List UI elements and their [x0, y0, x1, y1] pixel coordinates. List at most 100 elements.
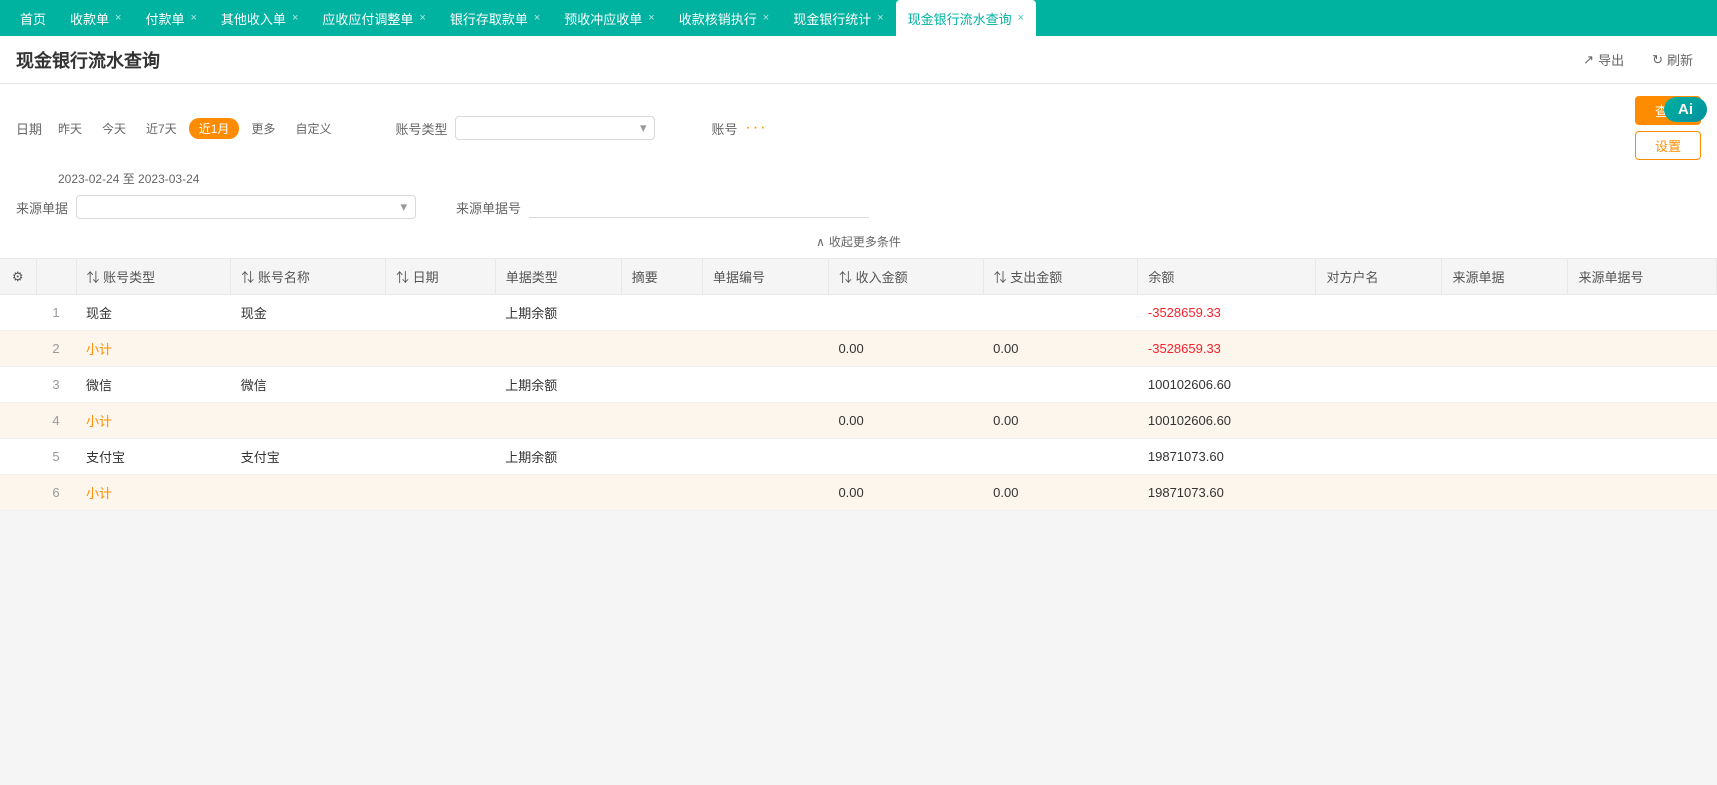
row-summary [621, 403, 702, 439]
chevron-up-icon: ∧ [816, 235, 825, 249]
table-row[interactable]: 3微信微信上期余额100102606.60 [0, 367, 1717, 403]
close-icon[interactable]: × [115, 12, 121, 24]
row-account-type: 小计 [76, 403, 231, 439]
row-income [828, 295, 983, 331]
row-account-type: 微信 [76, 367, 231, 403]
source-doc-no-label: 来源单据号 [456, 198, 521, 217]
chevron-down-icon: ▾ [400, 199, 407, 215]
col-counterpart: 对方户名 [1316, 259, 1442, 295]
close-icon[interactable]: × [1018, 12, 1024, 24]
row-account-type: 支付宝 [76, 439, 231, 475]
nav-item-cancel[interactable]: 收款核销执行 × [667, 0, 781, 36]
col-gear[interactable]: ⚙ [0, 259, 36, 295]
row-gear [0, 403, 36, 439]
account-type-select[interactable]: ▾ [455, 116, 655, 140]
close-icon[interactable]: × [419, 12, 425, 24]
close-icon[interactable]: × [534, 12, 540, 24]
row-source-doc [1442, 439, 1568, 475]
table-row[interactable]: 1现金现金上期余额-3528659.33 [0, 295, 1717, 331]
collapse-button[interactable]: ∧ 收起更多条件 [816, 233, 901, 250]
source-doc-no-filter-group: 来源单据号 [456, 196, 869, 218]
nav-item-bank-flow[interactable]: 现金银行流水查询 × [896, 0, 1036, 36]
close-icon[interactable]: × [190, 12, 196, 24]
nav-item-other-income[interactable]: 其他收入单 × [209, 0, 310, 36]
last1m-btn[interactable]: 近1月 [189, 118, 240, 139]
row-counterpart [1316, 331, 1442, 367]
source-doc-select[interactable]: ▾ [76, 195, 416, 219]
row-account-type: 现金 [76, 295, 231, 331]
table-header-row: ⚙ ⇅ 账号类型 ⇅ 账号名称 ⇅ 日期 单据类型 摘要 单据编号 [0, 259, 1717, 295]
source-doc-filter-group: 来源单据 ▾ [16, 195, 416, 219]
row-source-doc-no [1568, 367, 1717, 403]
today-btn[interactable]: 今天 [94, 118, 134, 139]
row-counterpart [1316, 403, 1442, 439]
row-date [385, 439, 495, 475]
col-doc-type: 单据类型 [495, 259, 621, 295]
settings-button[interactable]: 设置 [1635, 131, 1701, 160]
page-header: 现金银行流水查询 ↗ 导出 ↻ 刷新 [0, 36, 1717, 84]
page-title: 现金银行流水查询 [16, 47, 160, 73]
row-gear [0, 295, 36, 331]
refresh-button[interactable]: ↻ 刷新 [1644, 46, 1701, 73]
row-account-name: 微信 [231, 367, 386, 403]
col-income[interactable]: ⇅ 收入金额 [828, 259, 983, 295]
row-doc-no [702, 475, 828, 511]
filter-row-1: 日期 昨天 今天 近7天 近1月 更多 自定义 账号类型 ▾ 账号 ··· [16, 96, 1701, 160]
source-doc-label: 来源单据 [16, 198, 68, 217]
row-account-name [231, 331, 386, 367]
account-type-filter-group: 账号类型 ▾ [395, 116, 655, 140]
row-balance: 100102606.60 [1138, 367, 1316, 403]
nav-item-home-label: 首页 [20, 9, 46, 28]
nav-item-receipt[interactable]: 收款单 × [58, 0, 133, 36]
nav-item-bank-stat[interactable]: 现金银行统计 × [781, 0, 895, 36]
row-doc-type: 上期余额 [495, 439, 621, 475]
close-icon[interactable]: × [763, 12, 769, 24]
last7-btn[interactable]: 近7天 [138, 118, 185, 139]
row-summary [621, 439, 702, 475]
filter-area: 日期 昨天 今天 近7天 近1月 更多 自定义 账号类型 ▾ 账号 ··· [0, 84, 1717, 259]
nav-item-adjust-label: 应收应付调整单 [322, 9, 413, 28]
collapse-row: ∧ 收起更多条件 [16, 229, 1701, 250]
col-account-name[interactable]: ⇅ 账号名称 [231, 259, 386, 295]
row-income [828, 439, 983, 475]
row-source-doc-no [1568, 295, 1717, 331]
table-row[interactable]: 4小计0.000.00100102606.60 [0, 403, 1717, 439]
col-date[interactable]: ⇅ 日期 [385, 259, 495, 295]
col-num [36, 259, 76, 295]
close-icon[interactable]: × [648, 12, 654, 24]
col-balance: 余额 [1138, 259, 1316, 295]
account-type-label: 账号类型 [395, 119, 447, 138]
nav-item-adjust[interactable]: 应收应付调整单 × [310, 0, 437, 36]
close-icon[interactable]: × [292, 12, 298, 24]
row-gear [0, 367, 36, 403]
col-account-type[interactable]: ⇅ 账号类型 [76, 259, 231, 295]
custom-btn[interactable]: 自定义 [287, 118, 339, 139]
row-income: 0.00 [828, 331, 983, 367]
nav-item-payment[interactable]: 付款单 × [133, 0, 208, 36]
ai-badge[interactable]: Ai [1664, 97, 1707, 122]
row-balance: 19871073.60 [1138, 439, 1316, 475]
row-gear [0, 331, 36, 367]
source-doc-no-input[interactable] [529, 196, 869, 218]
table-row[interactable]: 5支付宝支付宝上期余额19871073.60 [0, 439, 1717, 475]
row-expense: 0.00 [983, 475, 1138, 511]
nav-item-home[interactable]: 首页 [8, 0, 58, 36]
table-row[interactable]: 2小计0.000.00-3528659.33 [0, 331, 1717, 367]
row-gear [0, 439, 36, 475]
row-expense [983, 367, 1138, 403]
nav-item-advance[interactable]: 预收冲应收单 × [552, 0, 666, 36]
refresh-icon: ↻ [1652, 52, 1663, 68]
nav-item-cancel-label: 收款核销执行 [679, 9, 757, 28]
row-doc-no [702, 439, 828, 475]
table-row[interactable]: 6小计0.000.0019871073.60 [0, 475, 1717, 511]
more-btn[interactable]: 更多 [243, 118, 283, 139]
yesterday-btn[interactable]: 昨天 [50, 118, 90, 139]
date-filter-group: 日期 昨天 今天 近7天 近1月 更多 自定义 [16, 118, 339, 139]
account-dots[interactable]: ··· [745, 119, 767, 137]
col-expense[interactable]: ⇅ 支出金额 [983, 259, 1138, 295]
nav-item-bank-deposit[interactable]: 银行存取款单 × [438, 0, 552, 36]
close-icon[interactable]: × [877, 12, 883, 24]
account-label: 账号 [711, 119, 737, 138]
row-num: 3 [36, 367, 76, 403]
export-button[interactable]: ↗ 导出 [1575, 46, 1632, 73]
